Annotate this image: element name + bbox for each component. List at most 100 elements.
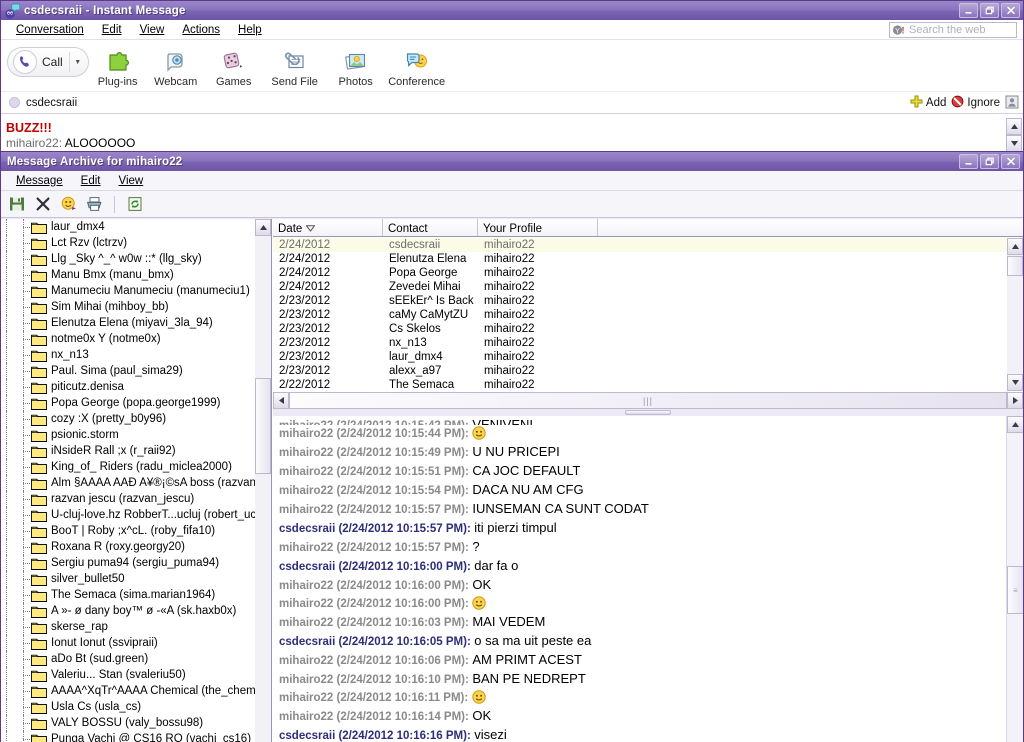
im-scroll-down-button[interactable] [1006, 135, 1022, 152]
tree-folder-item[interactable]: Lct Rzv (lctrzv) [1, 235, 255, 251]
refresh-button[interactable] [125, 195, 144, 214]
menu-view[interactable]: View [131, 22, 174, 38]
tree-folder-item[interactable]: razvan jescu (razvan_jescu) [1, 491, 255, 507]
tree-folder-item[interactable]: Usla Cs (usla_cs) [1, 699, 255, 715]
tree-scroll-thumb[interactable] [255, 378, 271, 474]
chevron-down-icon[interactable]: ▼ [70, 59, 86, 66]
transcript-scroll-thumb[interactable]: ≡ [1007, 566, 1023, 614]
emoticons-button[interactable] [59, 195, 78, 214]
tree-folder-item[interactable]: Popa George (popa.george1999) [1, 395, 255, 411]
tree-folder-item[interactable]: Paul. Sima (paul_sima29) [1, 363, 255, 379]
menu-conversation[interactable]: Conversation [7, 22, 93, 38]
table-row[interactable]: 2/24/2012 Elenutza Elena mihairo22 [273, 252, 1007, 266]
ignore-contact-button[interactable]: Ignore [951, 95, 1000, 111]
menu-edit[interactable]: Edit [93, 22, 131, 38]
listview-scroll-left-button[interactable] [273, 392, 289, 409]
transcript-message: mihairo22 (2/24/2012 10:16:00 PM): OK [279, 576, 1006, 595]
column-header-your-profile[interactable]: Your Profile [478, 219, 598, 236]
photos-button[interactable]: Photos [327, 44, 385, 88]
table-row[interactable]: 2/22/2012 The Semaca mihairo22 [273, 378, 1007, 391]
tree-folder-item[interactable]: nx_n13 [1, 347, 255, 363]
menu-help[interactable]: Help [229, 22, 271, 38]
column-header-contact[interactable]: Contact [383, 219, 478, 236]
table-row[interactable]: 2/23/2012 alexx_a97 mihairo22 [273, 364, 1007, 378]
im-minimize-button[interactable] [959, 3, 978, 18]
im-restore-button[interactable] [980, 3, 999, 18]
column-header-date[interactable]: Date [273, 219, 383, 236]
web-search-input[interactable]: Y! Search the web [889, 22, 1017, 38]
tree-folder-item[interactable]: notme0x Y (notme0x) [1, 331, 255, 347]
tree-folder-item[interactable]: BooT | Roby ;x^cL. (roby_fifa10) [1, 523, 255, 539]
tree-folder-item[interactable]: Ionut Ionut (ssvipraii) [1, 635, 255, 651]
transcript-scroll-up-button[interactable] [1007, 416, 1023, 433]
transcript-vertical-scrollbar[interactable]: ≡ [1006, 416, 1023, 742]
tree-folder-item[interactable]: Llg _Sky ^_^ w0w ::* (llg_sky) [1, 251, 255, 267]
tree-vertical-scrollbar[interactable] [255, 219, 271, 742]
tree-folder-item[interactable]: Manumeciu Manumeciu (manumeciu1) [1, 283, 255, 299]
menu-actions[interactable]: Actions [173, 22, 229, 38]
im-close-button[interactable] [1001, 3, 1020, 18]
table-row[interactable]: 2/24/2012 Popa George mihairo22 [273, 266, 1007, 280]
listview-scroll-right-button[interactable] [1007, 392, 1023, 409]
tree-folder-item[interactable]: The Semaca (sima.marian1964) [1, 587, 255, 603]
tree-folder-item[interactable]: Alm §AAAA AAÐ A¥®¡©sA boss (razvan [1, 475, 255, 491]
table-row[interactable]: 2/24/2012 csdecsraii mihairo22 [273, 238, 1007, 252]
tree-folder-item[interactable]: aDo Bt (sud.green) [1, 651, 255, 667]
tree-folder-item[interactable]: Valeriu... Stan (svaleriu50) [1, 667, 255, 683]
pane-splitter[interactable] [273, 409, 1023, 416]
tree-folder-item[interactable]: iNsideR Rall ;x (r_raii92) [1, 443, 255, 459]
save-button[interactable] [7, 195, 26, 214]
tree-folder-item[interactable]: A »- ø dany boy™ ø -«A (sk.haxb0x) [1, 603, 255, 619]
tree-folder-item[interactable]: laur_dmx4 [1, 219, 255, 235]
print-button[interactable] [85, 195, 104, 214]
table-row[interactable]: 2/23/2012 Cs Skelos mihairo22 [273, 322, 1007, 336]
listview-hscroll-thumb[interactable]: ||| [289, 392, 1007, 409]
send-file-button[interactable]: Send File [263, 44, 327, 88]
tree-folder-item[interactable]: cozy :X (pretty_b0y96) [1, 411, 255, 427]
listview-rows[interactable]: 2/24/2012 csdecsraii mihairo22 2/24/2012 Ele… [273, 238, 1007, 391]
listview-scroll-up-button[interactable] [1007, 238, 1023, 255]
tree-folder-item[interactable]: U-cluj-love.hz RobberT...ucluj (robert_u… [1, 507, 255, 523]
tree-scroll-up-button[interactable] [255, 219, 271, 236]
tree-folder-item[interactable]: VALY BOSSU (valy_bossu98) [1, 715, 255, 731]
tree-folder-item[interactable]: silver_bullet50 [1, 571, 255, 587]
archive-close-button[interactable] [1001, 154, 1020, 169]
listview-horizontal-scrollbar[interactable]: ||| [273, 392, 1023, 409]
tree-folder-item[interactable]: skerse_rap [1, 619, 255, 635]
archive-menu-edit[interactable]: Edit [72, 173, 110, 189]
archive-minimize-button[interactable] [959, 154, 978, 169]
webcam-button[interactable]: Webcam [147, 44, 205, 88]
archive-menu-view[interactable]: View [110, 173, 153, 189]
add-contact-button[interactable]: Add [910, 95, 946, 111]
tree-folder-item[interactable]: King_of_ Riders (radu_miclea2000) [1, 459, 255, 475]
tree-folder-item[interactable]: psionic.storm [1, 427, 255, 443]
tree-folder-item[interactable]: Sim Mihai (mihboy_bb) [1, 299, 255, 315]
tree-folder-item[interactable]: Punga Vachi @ CS16 RO (vachi_cs16) [1, 731, 255, 742]
tree-folder-item[interactable]: Elenutza Elena (miyavi_3la_94) [1, 315, 255, 331]
listview-scroll-down-button[interactable] [1007, 374, 1023, 391]
plugins-button[interactable]: Plug-ins [89, 44, 147, 88]
archive-restore-button[interactable] [980, 154, 999, 169]
splitter-grip[interactable] [625, 410, 671, 415]
games-button[interactable]: Games [205, 44, 263, 88]
delete-button[interactable] [33, 195, 52, 214]
call-button[interactable]: Call ▼ [7, 47, 89, 77]
im-scroll-up-button[interactable] [1006, 118, 1022, 135]
tree-folder-item[interactable]: AAAA^XqTr^AAAA Chemical (the_chem [1, 683, 255, 699]
tree-folder-item[interactable]: Sergiu puma94 (sergiu_puma94) [1, 555, 255, 571]
listview-vertical-scrollbar[interactable] [1007, 238, 1023, 391]
archive-menu-message[interactable]: Message [7, 173, 72, 189]
tree-folder-item[interactable]: piticutz.denisa [1, 379, 255, 395]
table-row[interactable]: 2/24/2012 Zevedei Mihai mihairo22 [273, 280, 1007, 294]
table-row[interactable]: 2/23/2012 laur_dmx4 mihairo22 [273, 350, 1007, 364]
listview-scroll-thumb[interactable] [1007, 256, 1023, 276]
tree-folder-item[interactable]: Manu Bmx (manu_bmx) [1, 267, 255, 283]
table-row[interactable]: 2/23/2012 nx_n13 mihairo22 [273, 336, 1007, 350]
table-row[interactable]: 2/23/2012 sEEkEr^ Is Back mihairo22 [273, 294, 1007, 308]
transcript-messages[interactable]: mihairo22 (2/24/2012 10:15:42 PM): VENIV… [273, 416, 1006, 742]
table-row[interactable]: 2/23/2012 caMy CaMytZU mihairo22 [273, 308, 1007, 322]
conference-button[interactable]: Conference [385, 44, 449, 88]
tree-folder-item[interactable]: Roxana R (roxy.georgy20) [1, 539, 255, 555]
contact-card-icon[interactable] [1005, 95, 1019, 112]
folder-tree-list[interactable]: laur_dmx4 Lct Rzv (lctrzv) Llg _Sky ^_^ w0… [1, 219, 255, 742]
